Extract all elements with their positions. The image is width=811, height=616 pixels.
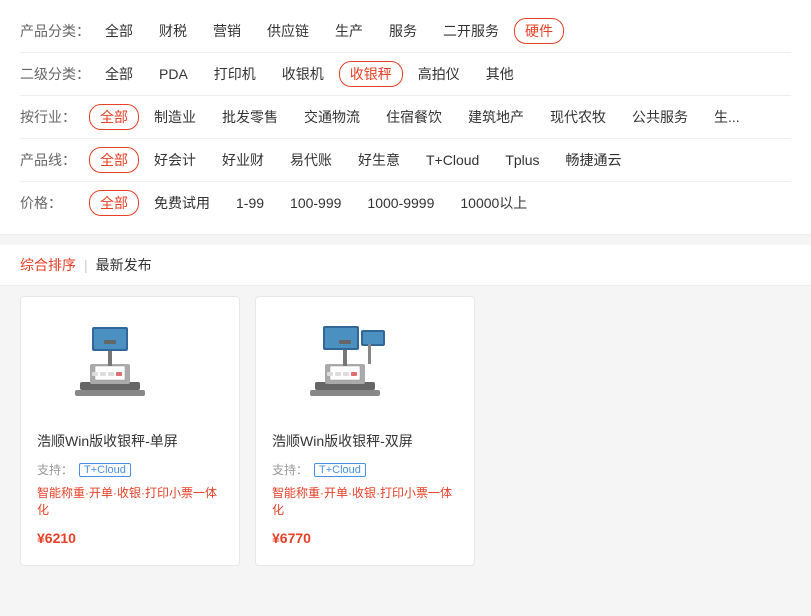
price-item-4[interactable]: 1000-9999 [356, 192, 445, 214]
subcategory-item-2[interactable]: 打印机 [203, 61, 267, 87]
product-name-1: 浩顺Win版收银秤-单屏 [37, 431, 223, 451]
category-item-0[interactable]: 全部 [94, 18, 144, 44]
product-image-area-1 [37, 317, 223, 417]
price-item-2[interactable]: 1-99 [225, 192, 275, 214]
industry-item-1[interactable]: 制造业 [143, 104, 207, 130]
sort-comprehensive[interactable]: 综合排序 [20, 253, 76, 277]
subcategory-item-1[interactable]: PDA [148, 63, 199, 85]
subcategory-row: 二级分类： 全部 PDA 打印机 收银机 收银秤 高拍仪 其他 [20, 53, 791, 96]
price-value-2: 6770 [280, 530, 311, 546]
product-desc-1: 智能称重·开单·收银·打印小票一体化 [37, 484, 223, 518]
price-row: 价格： 全部 免费试用 1-99 100-999 1000-9999 10000… [20, 182, 791, 224]
product-name-2: 浩顺Win版收银秤-双屏 [272, 431, 458, 451]
industry-item-5[interactable]: 建筑地产 [457, 104, 535, 130]
products-grid: 浩顺Win版收银秤-单屏 支持： T+Cloud 智能称重·开单·收银·打印小票… [0, 286, 811, 576]
support-badge-2[interactable]: T+Cloud [314, 463, 366, 477]
product-price-2: ¥6770 [272, 526, 458, 549]
product-line-item-6[interactable]: Tplus [494, 149, 550, 171]
product-line-row: 产品线： 全部 好会计 好业财 易代账 好生意 T+Cloud Tplus 畅捷… [20, 139, 791, 182]
price-label: 价格： [20, 193, 85, 213]
subcategory-item-5[interactable]: 高拍仪 [407, 61, 471, 87]
product-line-item-7[interactable]: 畅捷通云 [555, 147, 633, 173]
category-item-5[interactable]: 服务 [378, 18, 428, 44]
support-badge-1[interactable]: T+Cloud [79, 463, 131, 477]
product-card-2[interactable]: 浩顺Win版收银秤-双屏 支持： T+Cloud 智能称重·开单·收银·打印小票… [255, 296, 475, 566]
price-item-all[interactable]: 全部 [89, 190, 139, 216]
filter-section: 产品分类： 全部 财税 营销 供应链 生产 服务 二开服务 硬件 二级分类： 全… [0, 0, 811, 235]
industry-item-all[interactable]: 全部 [89, 104, 139, 130]
product-support-2: 支持： T+Cloud [272, 461, 458, 478]
subcategory-item-scale[interactable]: 收银秤 [339, 61, 403, 87]
product-line-item-4[interactable]: 好生意 [347, 147, 411, 173]
price-item-5[interactable]: 10000以上 [449, 190, 538, 216]
category-item-1[interactable]: 财税 [148, 18, 198, 44]
product-line-item-all[interactable]: 全部 [89, 147, 139, 173]
category-label: 产品分类： [20, 21, 90, 41]
category-item-hardware[interactable]: 硬件 [514, 18, 564, 44]
sort-divider: | [84, 257, 88, 273]
category-row: 产品分类： 全部 财税 营销 供应链 生产 服务 二开服务 硬件 [20, 10, 791, 53]
price-item-1[interactable]: 免费试用 [143, 190, 221, 216]
product-line-item-3[interactable]: 易代账 [279, 147, 343, 173]
industry-item-2[interactable]: 批发零售 [211, 104, 289, 130]
category-item-6[interactable]: 二开服务 [432, 18, 510, 44]
product-line-item-5[interactable]: T+Cloud [415, 149, 490, 171]
price-symbol-1: ¥ [37, 530, 45, 546]
sort-latest[interactable]: 最新发布 [96, 253, 152, 277]
industry-item-6[interactable]: 现代农牧 [539, 104, 617, 130]
product-card-1[interactable]: 浩顺Win版收银秤-单屏 支持： T+Cloud 智能称重·开单·收银·打印小票… [20, 296, 240, 566]
support-label-2: 支持： [272, 461, 308, 478]
subcategory-label: 二级分类： [20, 64, 90, 84]
price-value-1: 6210 [45, 530, 76, 546]
category-item-4[interactable]: 生产 [324, 18, 374, 44]
product-desc-2: 智能称重·开单·收银·打印小票一体化 [272, 484, 458, 518]
subcategory-item-6[interactable]: 其他 [475, 61, 525, 87]
subcategory-item-0[interactable]: 全部 [94, 61, 144, 87]
industry-item-7[interactable]: 公共服务 [621, 104, 699, 130]
price-symbol-2: ¥ [272, 530, 280, 546]
product-line-item-2[interactable]: 好业财 [211, 147, 275, 173]
product-image-area-2 [272, 317, 458, 417]
industry-row: 按行业： 全部 制造业 批发零售 交通物流 住宿餐饮 建筑地产 现代农牧 公共服… [20, 96, 791, 139]
industry-item-4[interactable]: 住宿餐饮 [375, 104, 453, 130]
sort-bar: 综合排序 | 最新发布 [0, 245, 811, 286]
price-item-3[interactable]: 100-999 [279, 192, 352, 214]
product-support-1: 支持： T+Cloud [37, 461, 223, 478]
product-line-label: 产品线： [20, 150, 85, 170]
category-item-3[interactable]: 供应链 [256, 18, 320, 44]
category-item-2[interactable]: 营销 [202, 18, 252, 44]
industry-label: 按行业： [20, 107, 85, 127]
industry-item-3[interactable]: 交通物流 [293, 104, 371, 130]
product-image-1 [70, 322, 190, 412]
support-label-1: 支持： [37, 461, 73, 478]
product-line-item-1[interactable]: 好会计 [143, 147, 207, 173]
industry-item-8[interactable]: 生... [703, 104, 751, 130]
product-price-1: ¥6210 [37, 526, 223, 549]
subcategory-item-3[interactable]: 收银机 [271, 61, 335, 87]
product-image-2 [305, 322, 425, 412]
